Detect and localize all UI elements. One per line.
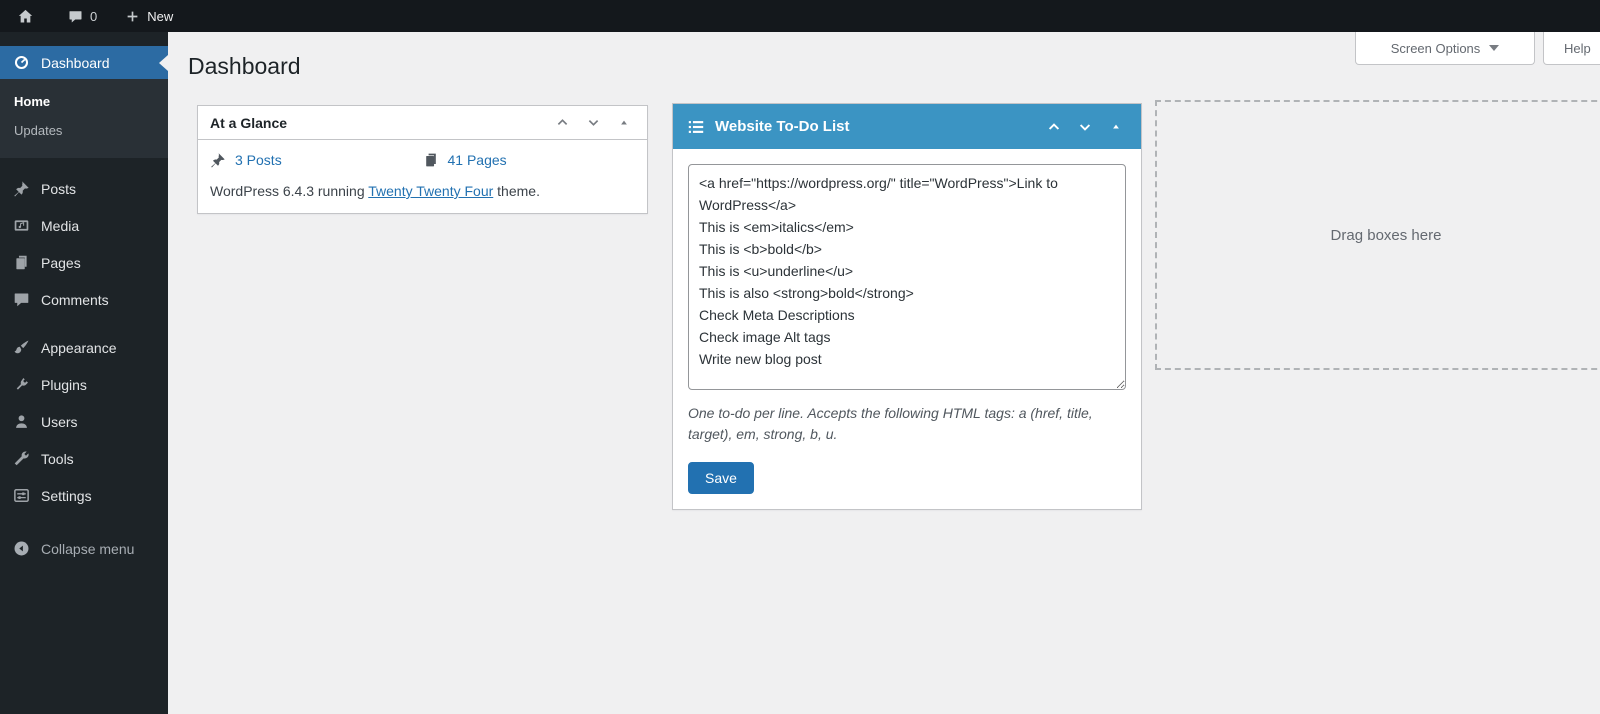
comment-count: 0 (90, 9, 97, 24)
at-a-glance-widget: At a Glance 3 Posts (197, 105, 648, 214)
pushpin-icon (13, 180, 30, 197)
list-icon (687, 118, 705, 136)
sidebar-item-pages[interactable]: Pages (0, 244, 168, 281)
glance-counts-row: 3 Posts 41 Pages (210, 152, 635, 168)
dashboard-drop-zone[interactable]: Drag boxes here (1155, 100, 1600, 370)
drop-zone-label: Drag boxes here (1331, 227, 1442, 244)
sidebar-item-appearance[interactable]: Appearance (0, 329, 168, 366)
media-icon (13, 217, 30, 234)
comment-bubble-icon (68, 9, 83, 24)
appearance-brush-icon (13, 339, 30, 356)
admin-sidebar: Dashboard Home Updates Posts Media Pages… (0, 32, 168, 714)
posts-count: 3 Posts (210, 152, 423, 168)
chevron-up-icon (1046, 119, 1062, 135)
version-suffix: theme. (493, 183, 540, 199)
sidebar-item-label: Comments (41, 292, 109, 308)
move-up-button[interactable] (1043, 116, 1065, 138)
sidebar-item-label: Settings (41, 488, 92, 504)
home-icon (17, 8, 34, 25)
sidebar-item-label: Plugins (41, 377, 87, 393)
move-up-button[interactable] (551, 112, 573, 134)
sidebar-item-plugins[interactable]: Plugins (0, 366, 168, 403)
sidebar-item-users[interactable]: Users (0, 403, 168, 440)
chevron-down-icon (586, 115, 601, 130)
admin-bar: 0 New (0, 0, 1600, 32)
plus-icon (125, 9, 140, 24)
todo-help-note: One to-do per line. Accepts the followin… (688, 403, 1126, 445)
sidebar-item-label: Dashboard (41, 55, 110, 71)
sidebar-item-label: Appearance (41, 340, 117, 356)
pushpin-icon (210, 152, 226, 168)
help-tab[interactable]: Help (1543, 32, 1600, 65)
site-home-link[interactable] (8, 0, 43, 32)
wordpress-version-line: WordPress 6.4.3 running Twenty Twenty Fo… (210, 183, 635, 199)
sidebar-item-settings[interactable]: Settings (0, 477, 168, 514)
users-icon (13, 413, 30, 430)
sidebar-item-posts[interactable]: Posts (0, 170, 168, 207)
at-a-glance-header: At a Glance (198, 106, 647, 140)
dashboard-gauge-icon (13, 54, 30, 71)
chevron-down-icon (1077, 119, 1093, 135)
collapse-menu-label: Collapse menu (41, 541, 134, 557)
pages-icon (423, 152, 439, 168)
collapse-arrow-icon (13, 540, 30, 557)
screen-options-label: Screen Options (1391, 41, 1481, 56)
settings-sliders-icon (13, 487, 30, 504)
sidebar-item-label: Pages (41, 255, 81, 271)
posts-link[interactable]: 3 Posts (235, 152, 282, 168)
sidebar-item-comments[interactable]: Comments (0, 281, 168, 318)
todo-list-widget: Website To-Do List <a href="https://word… (672, 103, 1142, 510)
todo-textarea[interactable]: <a href="https://wordpress.org/" title="… (688, 164, 1126, 390)
triangle-up-icon (1110, 121, 1122, 133)
chevron-down-icon (1489, 45, 1499, 51)
widget-title: At a Glance (210, 115, 287, 131)
new-label: New (147, 9, 173, 24)
todo-title-wrap: Website To-Do List (687, 118, 849, 136)
sidebar-item-label: Media (41, 218, 79, 234)
triangle-up-icon (618, 117, 630, 129)
sidebar-subitem-home[interactable]: Home (0, 87, 168, 116)
widget-controls (551, 112, 635, 134)
theme-link[interactable]: Twenty Twenty Four (368, 183, 493, 199)
save-button[interactable]: Save (688, 462, 754, 494)
sidebar-item-media[interactable]: Media (0, 207, 168, 244)
sidebar-item-tools[interactable]: Tools (0, 440, 168, 477)
wordpress-admin-screen: 0 New Dashboard Home Updates Posts Media (0, 0, 1600, 714)
sidebar-content-group: Posts Media Pages Comments (0, 170, 168, 318)
pages-icon (13, 254, 30, 271)
move-down-button[interactable] (1074, 116, 1096, 138)
widget-controls (1043, 116, 1127, 138)
sidebar-subitem-updates[interactable]: Updates (0, 116, 168, 145)
new-content-menu[interactable]: New (116, 0, 182, 32)
widget-title: Website To-Do List (715, 118, 849, 135)
dashboard-submenu: Home Updates (0, 79, 168, 158)
at-a-glance-body: 3 Posts 41 Pages WordPress 6.4.3 running… (198, 140, 647, 213)
toggle-panel-button[interactable] (1105, 116, 1127, 138)
screen-options-tab[interactable]: Screen Options (1355, 32, 1535, 65)
sidebar-admin-group: Appearance Plugins Users Tools Settings (0, 329, 168, 514)
toggle-panel-button[interactable] (613, 112, 635, 134)
plugins-icon (13, 376, 30, 393)
page-title: Dashboard (188, 53, 301, 80)
sidebar-item-dashboard[interactable]: Dashboard (0, 46, 168, 79)
todo-widget-header: Website To-Do List (673, 104, 1141, 149)
chevron-up-icon (555, 115, 570, 130)
tools-wrench-icon (13, 450, 30, 467)
help-label: Help (1564, 41, 1591, 56)
todo-widget-body: <a href="https://wordpress.org/" title="… (673, 149, 1141, 509)
sidebar-item-label: Users (41, 414, 78, 430)
pages-count: 41 Pages (423, 152, 636, 168)
version-text: WordPress 6.4.3 running (210, 183, 368, 199)
pages-link[interactable]: 41 Pages (448, 152, 507, 168)
comments-icon (13, 291, 30, 308)
comments-shortcut[interactable]: 0 (59, 0, 106, 32)
collapse-menu-button[interactable]: Collapse menu (0, 530, 168, 567)
sidebar-item-label: Tools (41, 451, 74, 467)
move-down-button[interactable] (582, 112, 604, 134)
sidebar-item-label: Posts (41, 181, 76, 197)
